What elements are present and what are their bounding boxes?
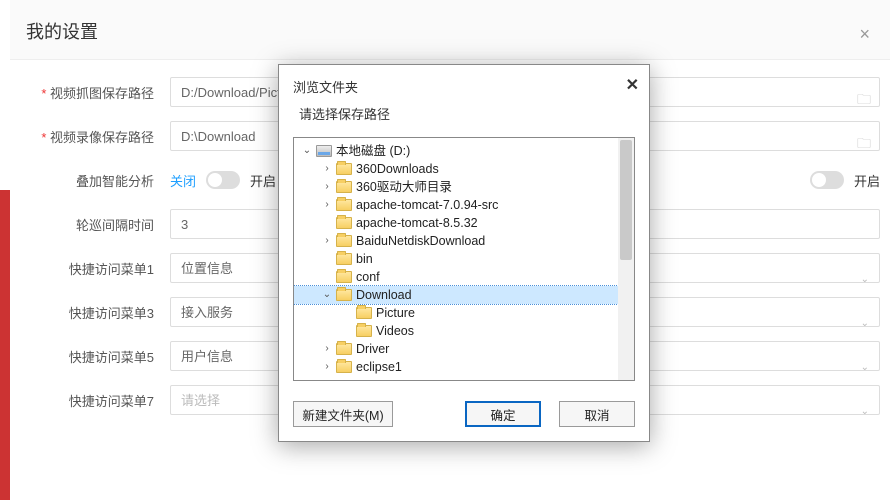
quick3-value: 接入服务 xyxy=(181,305,233,320)
tree-node[interactable]: bin xyxy=(294,250,634,268)
tree-node[interactable]: Picture xyxy=(294,304,634,322)
quick1-value: 位置信息 xyxy=(181,261,233,276)
folder-tree[interactable]: ⌄本地磁盘 (D:)›360Downloads›360驱动大师目录›apache… xyxy=(293,137,635,381)
folder-icon xyxy=(336,289,352,301)
quick5-value: 用户信息 xyxy=(181,349,233,364)
label-smart-overlay: 叠加智能分析 xyxy=(10,171,170,190)
overlay-toggle-2[interactable] xyxy=(810,171,844,189)
tree-node-label: 360驱动大师目录 xyxy=(356,178,452,196)
folder-icon xyxy=(336,361,352,373)
folder-icon xyxy=(336,163,352,175)
label-quick1: 快捷访问菜单1 xyxy=(10,259,170,278)
dialog-header: 浏览文件夹 ✕ xyxy=(279,65,649,100)
overlay-off-text: 关闭 xyxy=(170,171,196,190)
page-title: 我的设置 xyxy=(10,0,890,44)
tree-node[interactable]: apache-tomcat-8.5.32 xyxy=(294,214,634,232)
scrollbar-thumb[interactable] xyxy=(620,140,632,260)
chevron-down-icon: ⌄ xyxy=(861,397,869,427)
page-header: 我的设置 × xyxy=(10,0,890,60)
chevron-down-icon: ⌄ xyxy=(861,265,869,295)
tree-node-label: Download xyxy=(356,286,412,304)
folder-icon xyxy=(336,271,352,283)
tree-node-label: apache-tomcat-8.5.32 xyxy=(356,214,478,232)
tree-node[interactable]: › Driver xyxy=(294,340,634,358)
tree-node[interactable]: › eclipse1 xyxy=(294,358,634,376)
expand-icon[interactable]: › xyxy=(320,160,334,178)
folder-icon xyxy=(336,181,352,193)
tree-node-label: Driver xyxy=(356,340,389,358)
tree-node-label: 360Downloads xyxy=(356,160,439,178)
label-quick3: 快捷访问菜单3 xyxy=(10,303,170,322)
overlay-on-text-2: 开启 xyxy=(854,171,880,190)
folder-icon xyxy=(336,199,352,211)
folder-icon xyxy=(336,235,352,247)
dialog-title: 浏览文件夹 xyxy=(293,80,358,95)
tree-node-label: Videos xyxy=(376,322,414,340)
record-path-value: D:\Download xyxy=(181,129,255,144)
chevron-down-icon: ⌄ xyxy=(861,353,869,383)
label-quick5: 快捷访问菜单5 xyxy=(10,347,170,366)
folder-icon[interactable]: 🗀 xyxy=(857,84,871,114)
dialog-footer: 新建文件夹(M) 确定 取消 xyxy=(279,393,649,441)
settings-page: 我的设置 × 视频抓图保存路径 D:/Download/Pictur 🗀 视频录… xyxy=(0,0,890,500)
disk-icon xyxy=(316,145,332,157)
tree-node-label: BaiduNetdiskDownload xyxy=(356,232,485,250)
tree-node[interactable]: Videos xyxy=(294,322,634,340)
tree-node-label: bin xyxy=(356,250,373,268)
tree-node[interactable]: conf xyxy=(294,268,634,286)
tree-node[interactable]: › 360驱动大师目录 xyxy=(294,178,634,196)
tree-node[interactable]: › 360Downloads xyxy=(294,160,634,178)
dialog-close-icon[interactable]: ✕ xyxy=(626,75,639,95)
expand-icon[interactable]: › xyxy=(320,178,334,196)
scrollbar-track[interactable] xyxy=(618,138,634,380)
tree-node-label: conf xyxy=(356,268,380,286)
snapshot-path-value: D:/Download/Pictur xyxy=(181,85,292,100)
tree-node-label: Picture xyxy=(376,304,415,322)
tree-node-label: apache-tomcat-7.0.94-src xyxy=(356,196,498,214)
tree-node[interactable]: › apache-tomcat-7.0.94-src xyxy=(294,196,634,214)
label-poll-interval: 轮巡间隔时间 xyxy=(10,215,170,234)
new-folder-button[interactable]: 新建文件夹(M) xyxy=(293,401,393,427)
folder-icon xyxy=(336,217,352,229)
folder-icon xyxy=(356,325,372,337)
ok-button[interactable]: 确定 xyxy=(465,401,541,427)
tree-node[interactable]: › BaiduNetdiskDownload xyxy=(294,232,634,250)
folder-icon[interactable]: 🗀 xyxy=(857,128,871,158)
label-snapshot-path: 视频抓图保存路径 xyxy=(10,83,170,102)
expand-icon[interactable]: › xyxy=(320,358,334,376)
folder-icon xyxy=(356,307,372,319)
tree-node[interactable]: ⌄ Download xyxy=(294,286,634,304)
folder-icon xyxy=(336,253,352,265)
poll-interval-value: 3 xyxy=(181,217,188,232)
collapse-icon[interactable]: ⌄ xyxy=(320,286,334,304)
tree-node-label: 本地磁盘 (D:) xyxy=(336,142,410,160)
dialog-subtitle: 请选择保存路径 xyxy=(279,100,649,133)
quick7-placeholder: 请选择 xyxy=(181,393,220,408)
expand-icon[interactable]: › xyxy=(320,196,334,214)
expand-icon[interactable]: › xyxy=(320,232,334,250)
left-accent-bar xyxy=(0,0,10,500)
label-record-path: 视频录像保存路径 xyxy=(10,127,170,146)
browse-folder-dialog: 浏览文件夹 ✕ 请选择保存路径 ⌄本地磁盘 (D:)›360Downloads›… xyxy=(278,64,650,442)
close-icon[interactable]: × xyxy=(859,24,870,45)
overlay-on-text: 开启 xyxy=(250,171,276,190)
tree-node[interactable]: ⌄ 本地磁盘 (D:) xyxy=(294,142,634,160)
label-quick7: 快捷访问菜单7 xyxy=(10,391,170,410)
expand-icon[interactable]: › xyxy=(320,340,334,358)
collapse-icon[interactable]: ⌄ xyxy=(300,142,314,160)
folder-icon xyxy=(336,343,352,355)
tree-node-label: eclipse1 xyxy=(356,358,402,376)
cancel-button[interactable]: 取消 xyxy=(559,401,635,427)
chevron-down-icon: ⌄ xyxy=(861,309,869,339)
overlay-toggle-1[interactable] xyxy=(206,171,240,189)
